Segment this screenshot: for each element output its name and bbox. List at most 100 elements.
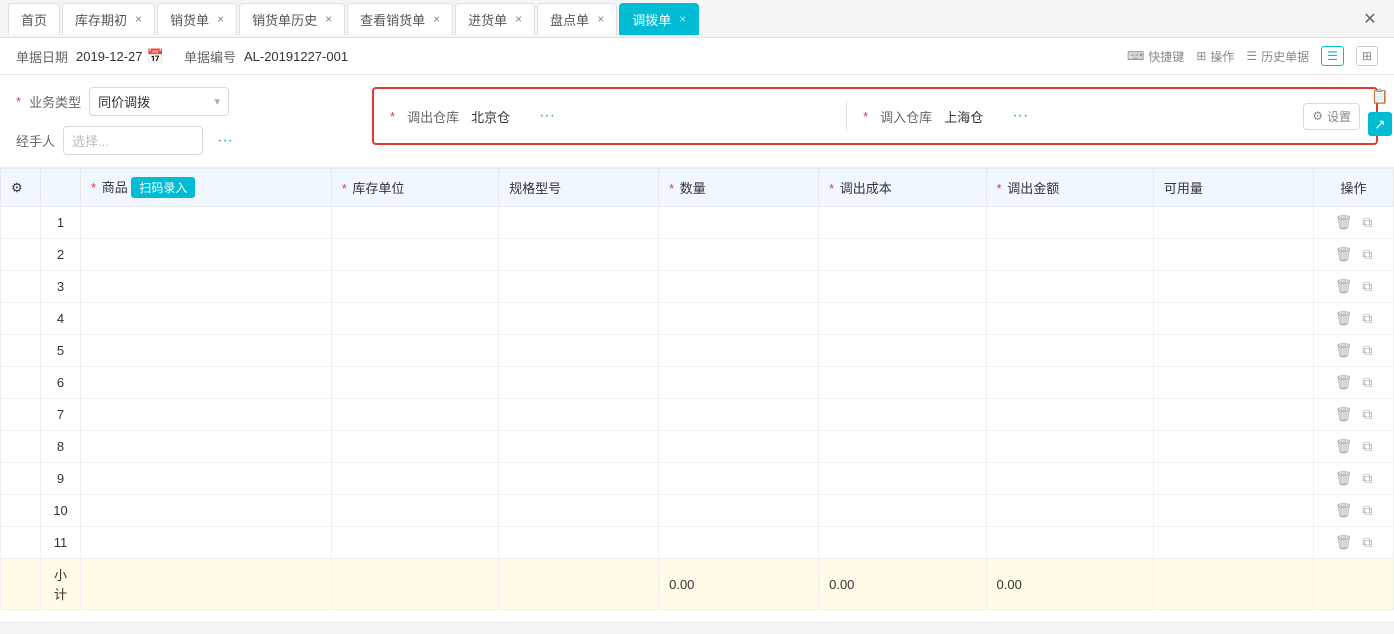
delete-icon-3[interactable]: 🗑 <box>1332 276 1356 296</box>
row-cost-5[interactable] <box>819 335 986 367</box>
row-cost-10[interactable] <box>819 495 986 527</box>
row-quantity-5[interactable] <box>659 335 819 367</box>
copy-icon-11[interactable]: ⧉ <box>1359 532 1375 552</box>
row-amount-4[interactable] <box>986 303 1153 335</box>
row-amount-11[interactable] <box>986 527 1153 559</box>
row-spec-3[interactable] <box>499 271 659 303</box>
layout-btn1[interactable]: ☰ <box>1321 46 1344 66</box>
copy-icon-4[interactable]: ⧉ <box>1359 308 1375 328</box>
row-amount-8[interactable] <box>986 431 1153 463</box>
tab-sales-order[interactable]: 销货单 × <box>157 3 237 35</box>
row-unit-1[interactable] <box>331 207 498 239</box>
delete-icon-7[interactable]: 🗑 <box>1332 404 1356 424</box>
business-type-dropdown[interactable]: 同价调拨 ▾ <box>89 87 229 116</box>
date-picker[interactable]: 2019-12-27 📅 <box>76 48 164 65</box>
tab-transfer-order[interactable]: 调拨单 × <box>619 3 699 35</box>
row-unit-11[interactable] <box>331 527 498 559</box>
transfer-out-more-btn[interactable]: ··· <box>533 107 561 125</box>
copy-icon-3[interactable]: ⧉ <box>1359 276 1375 296</box>
row-quantity-3[interactable] <box>659 271 819 303</box>
tab-sales-history-close[interactable]: × <box>325 12 332 26</box>
row-quantity-2[interactable] <box>659 239 819 271</box>
row-spec-10[interactable] <box>499 495 659 527</box>
doc-panel-btn[interactable]: 📋 <box>1368 84 1392 108</box>
row-product-3[interactable] <box>81 271 332 303</box>
delete-icon-6[interactable]: 🗑 <box>1332 372 1356 392</box>
copy-icon-5[interactable]: ⧉ <box>1359 340 1375 360</box>
row-amount-1[interactable] <box>986 207 1153 239</box>
tab-view-sales[interactable]: 查看销货单 × <box>347 3 453 35</box>
row-cost-2[interactable] <box>819 239 986 271</box>
window-close-button[interactable]: ✕ <box>1354 3 1386 35</box>
th-gear[interactable]: ⚙ <box>1 169 41 207</box>
row-quantity-8[interactable] <box>659 431 819 463</box>
row-product-10[interactable] <box>81 495 332 527</box>
row-amount-2[interactable] <box>986 239 1153 271</box>
row-quantity-10[interactable] <box>659 495 819 527</box>
row-cost-11[interactable] <box>819 527 986 559</box>
delete-icon-2[interactable]: 🗑 <box>1332 244 1356 264</box>
row-unit-9[interactable] <box>331 463 498 495</box>
row-spec-6[interactable] <box>499 367 659 399</box>
row-spec-8[interactable] <box>499 431 659 463</box>
row-cost-7[interactable] <box>819 399 986 431</box>
person-more-btn[interactable]: ··· <box>211 132 239 150</box>
tab-view-sales-close[interactable]: × <box>433 12 440 26</box>
tab-home[interactable]: 首页 <box>8 3 60 35</box>
copy-icon-1[interactable]: ⧉ <box>1359 212 1375 232</box>
tab-inventory-check-close[interactable]: × <box>597 12 604 26</box>
row-spec-11[interactable] <box>499 527 659 559</box>
tab-purchase-order[interactable]: 进货单 × <box>455 3 535 35</box>
copy-icon-8[interactable]: ⧉ <box>1359 436 1375 456</box>
row-amount-9[interactable] <box>986 463 1153 495</box>
delete-icon-10[interactable]: 🗑 <box>1332 500 1356 520</box>
row-amount-10[interactable] <box>986 495 1153 527</box>
person-dropdown[interactable]: 选择... <box>63 126 203 155</box>
row-product-1[interactable] <box>81 207 332 239</box>
row-cost-3[interactable] <box>819 271 986 303</box>
row-product-9[interactable] <box>81 463 332 495</box>
shortcut-action[interactable]: ⌨ 快捷键 <box>1127 48 1184 65</box>
row-product-11[interactable] <box>81 527 332 559</box>
delete-icon-8[interactable]: 🗑 <box>1332 436 1356 456</box>
copy-icon-6[interactable]: ⧉ <box>1359 372 1375 392</box>
tab-purchase-order-close[interactable]: × <box>515 12 522 26</box>
row-amount-6[interactable] <box>986 367 1153 399</box>
row-quantity-9[interactable] <box>659 463 819 495</box>
copy-icon-9[interactable]: ⧉ <box>1359 468 1375 488</box>
row-cost-6[interactable] <box>819 367 986 399</box>
row-quantity-11[interactable] <box>659 527 819 559</box>
layout-btn2[interactable]: ⊞ <box>1356 46 1378 66</box>
row-unit-10[interactable] <box>331 495 498 527</box>
transfer-in-more-btn[interactable]: ··· <box>1006 107 1034 125</box>
row-unit-7[interactable] <box>331 399 498 431</box>
row-unit-3[interactable] <box>331 271 498 303</box>
row-cost-8[interactable] <box>819 431 986 463</box>
row-amount-3[interactable] <box>986 271 1153 303</box>
row-unit-8[interactable] <box>331 431 498 463</box>
row-cost-4[interactable] <box>819 303 986 335</box>
row-quantity-4[interactable] <box>659 303 819 335</box>
row-product-6[interactable] <box>81 367 332 399</box>
row-product-5[interactable] <box>81 335 332 367</box>
tab-inventory-init[interactable]: 库存期初 × <box>62 3 155 35</box>
delete-icon-1[interactable]: 🗑 <box>1332 212 1356 232</box>
tab-inventory-init-close[interactable]: × <box>135 12 142 26</box>
operation-action[interactable]: ⊞ 操作 <box>1196 48 1234 65</box>
row-product-4[interactable] <box>81 303 332 335</box>
row-spec-1[interactable] <box>499 207 659 239</box>
tab-transfer-order-close[interactable]: × <box>679 12 686 26</box>
row-spec-4[interactable] <box>499 303 659 335</box>
delete-icon-4[interactable]: 🗑 <box>1332 308 1356 328</box>
tab-sales-history[interactable]: 销货单历史 × <box>239 3 345 35</box>
row-product-7[interactable] <box>81 399 332 431</box>
tab-sales-order-close[interactable]: × <box>217 12 224 26</box>
row-spec-7[interactable] <box>499 399 659 431</box>
row-cost-1[interactable] <box>819 207 986 239</box>
scan-barcode-button[interactable]: 扫码录入 <box>131 177 195 198</box>
row-spec-2[interactable] <box>499 239 659 271</box>
row-amount-5[interactable] <box>986 335 1153 367</box>
row-quantity-7[interactable] <box>659 399 819 431</box>
row-quantity-6[interactable] <box>659 367 819 399</box>
row-product-8[interactable] <box>81 431 332 463</box>
